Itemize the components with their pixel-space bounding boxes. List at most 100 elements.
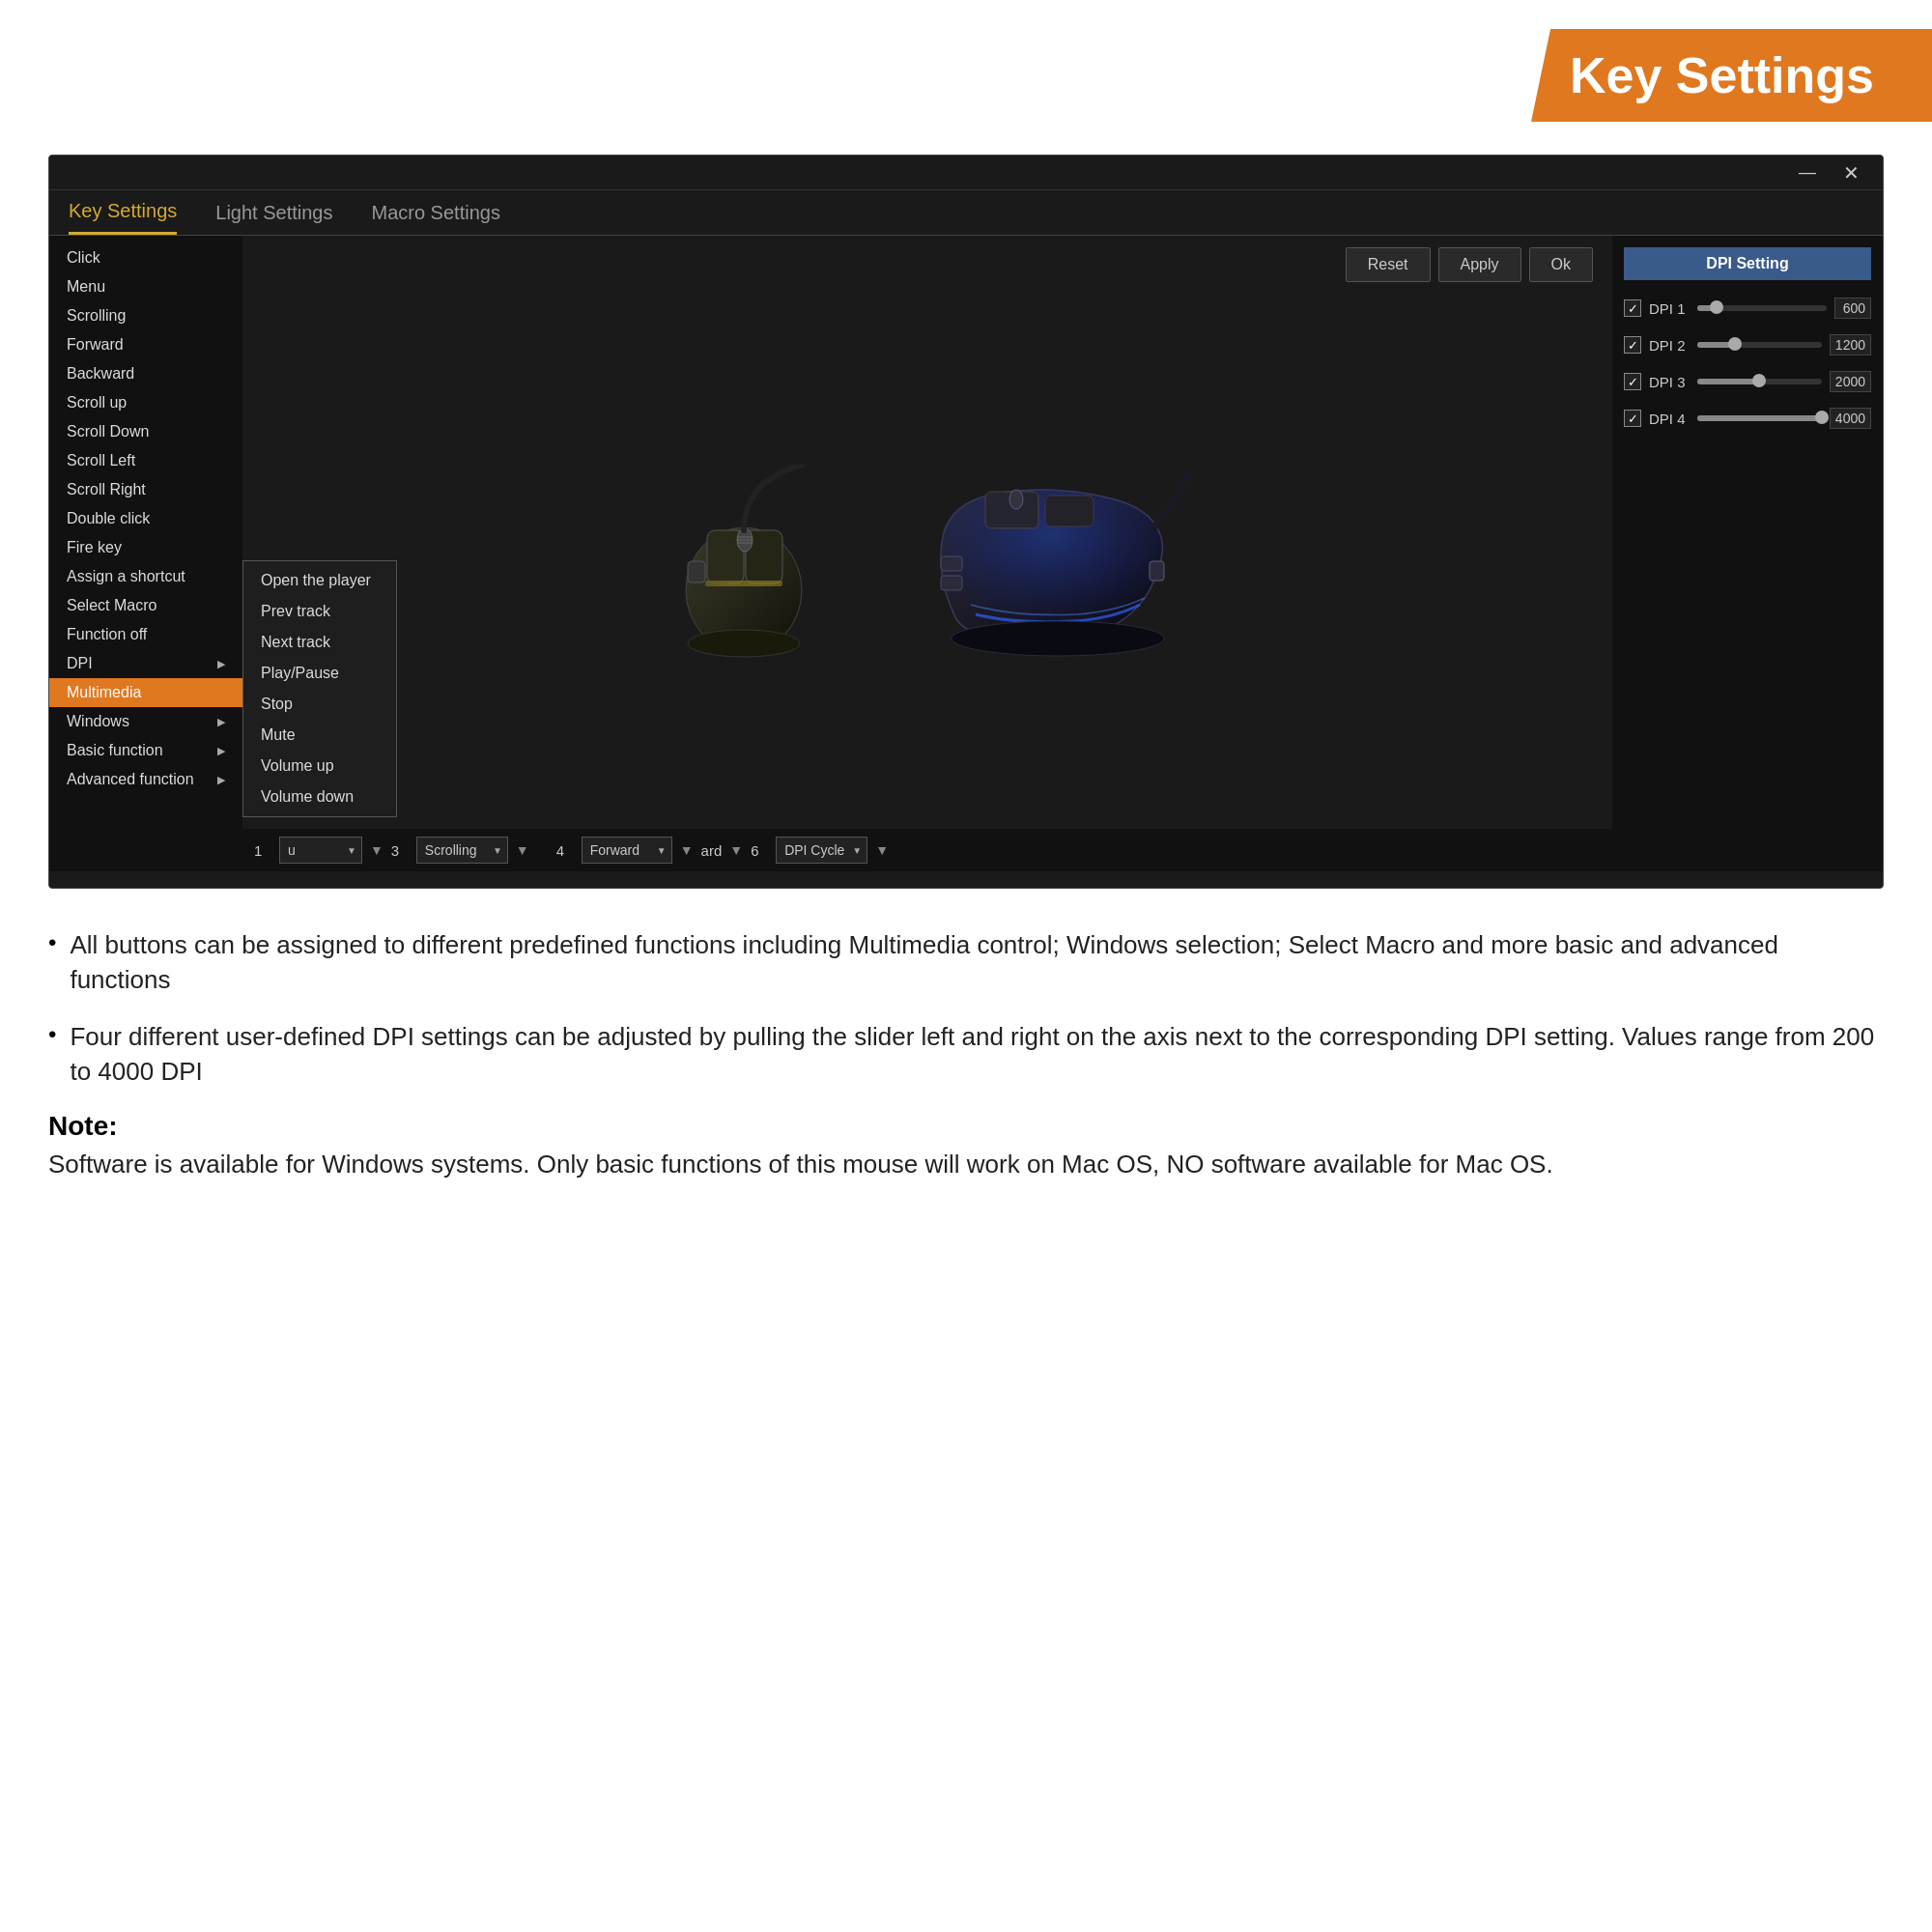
close-button[interactable]: ✕ (1835, 159, 1867, 186)
svg-rect-8 (705, 581, 782, 586)
dpi2-slider[interactable] (1697, 342, 1822, 348)
sidebar-item-scroll-down[interactable]: Scroll Down (49, 417, 242, 446)
reset-button[interactable]: Reset (1346, 247, 1431, 282)
bullet-text-2: Four different user-defined DPI settings… (70, 1019, 1884, 1090)
submenu-item-volume-up[interactable]: Volume up (243, 751, 396, 781)
center-area: Reset Apply Ok (242, 236, 1612, 871)
svg-rect-15 (1150, 561, 1164, 581)
dpi2-label: DPI 2 (1649, 337, 1690, 354)
dpi2-checkbox[interactable]: ✓ (1624, 336, 1641, 354)
row1-num3: 3 (391, 842, 409, 859)
svg-point-16 (952, 621, 1164, 656)
dpi1-checkbox[interactable]: ✓ (1624, 299, 1641, 317)
sidebar-item-scrolling[interactable]: Scrolling (49, 301, 242, 330)
minimize-button[interactable]: — (1791, 160, 1824, 185)
row2-arrow3: ▼ (875, 842, 889, 858)
row1-select1-wrapper: u Click Scrolling (279, 837, 362, 864)
title-bar: — ✕ (49, 156, 1883, 190)
svg-rect-11 (1045, 496, 1094, 526)
mouse-display (242, 294, 1612, 829)
dpi4-value: 4000 (1830, 408, 1871, 429)
submenu-item-open-player[interactable]: Open the player (243, 565, 396, 596)
row2-select1[interactable]: Forward Backward Click (582, 837, 672, 864)
row2-number: 4 (556, 842, 574, 859)
page-title: Key Settings (1570, 46, 1874, 104)
submenu-item-stop[interactable]: Stop (243, 689, 396, 720)
row2-select1-wrapper: Forward Backward Click (582, 837, 672, 864)
row2-num6: 6 (751, 842, 768, 859)
app-window: — ✕ Key Settings Light Settings Macro Se… (48, 155, 1884, 889)
sidebar-item-forward[interactable]: Forward (49, 330, 242, 359)
submenu-item-next-track[interactable]: Next track (243, 627, 396, 658)
svg-point-9 (688, 630, 800, 657)
row2-select2[interactable]: DPI Cycle Scrolling Click (776, 837, 867, 864)
row1-number: 1 (254, 842, 271, 859)
sidebar-item-select-macro[interactable]: Select Macro (49, 591, 242, 620)
sidebar-item-scroll-right[interactable]: Scroll Right (49, 475, 242, 504)
sidebar-item-multimedia[interactable]: Multimedia (49, 678, 242, 707)
sidebar: Click Menu Scrolling Forward Backward Sc… (49, 236, 242, 871)
row1-select1[interactable]: u Click Scrolling (279, 837, 362, 864)
dpi-row-3: ✓ DPI 3 2000 (1624, 371, 1871, 392)
tab-light-settings[interactable]: Light Settings (215, 202, 332, 234)
bullet-2: • Four different user-defined DPI settin… (48, 1019, 1884, 1090)
dpi-row-2: ✓ DPI 2 1200 (1624, 334, 1871, 355)
sidebar-item-menu[interactable]: Menu (49, 272, 242, 301)
svg-rect-13 (941, 556, 962, 571)
svg-rect-7 (688, 561, 705, 582)
dpi3-checkbox[interactable]: ✓ (1624, 373, 1641, 390)
apply-button[interactable]: Apply (1438, 247, 1521, 282)
sidebar-item-function-off[interactable]: Function off (49, 620, 242, 649)
sidebar-item-backward[interactable]: Backward (49, 359, 242, 388)
sidebar-item-click[interactable]: Click (49, 243, 242, 272)
top-buttons-row: Reset Apply Ok (242, 236, 1612, 294)
dpi3-slider[interactable] (1697, 379, 1822, 384)
sidebar-item-dpi[interactable]: DPI (49, 649, 242, 678)
dpi2-value: 1200 (1830, 334, 1871, 355)
dpi-row-1: ✓ DPI 1 600 (1624, 298, 1871, 319)
dpi4-slider[interactable] (1697, 415, 1822, 421)
row1-select2[interactable]: Scrolling Click DPI Cycle (416, 837, 508, 864)
dpi3-value: 2000 (1830, 371, 1871, 392)
dpi-row-4: ✓ DPI 4 4000 (1624, 408, 1871, 429)
submenu-item-play-pause[interactable]: Play/Pause (243, 658, 396, 689)
sidebar-item-basic-function[interactable]: Basic function (49, 736, 242, 765)
mouse-image-right (918, 465, 1208, 658)
sidebar-item-windows[interactable]: Windows (49, 707, 242, 736)
sidebar-item-scroll-up[interactable]: Scroll up (49, 388, 242, 417)
bullet-text-1: All buttons can be assigned to different… (70, 927, 1884, 998)
dpi1-slider[interactable] (1697, 305, 1827, 311)
submenu-item-volume-down[interactable]: Volume down (243, 781, 396, 812)
bullet-1: • All buttons can be assigned to differe… (48, 927, 1884, 998)
row2-arrow1: ▼ (680, 842, 694, 858)
ok-button[interactable]: Ok (1529, 247, 1593, 282)
tab-macro-settings[interactable]: Macro Settings (372, 202, 500, 234)
row1-arrow1: ▼ (370, 842, 384, 858)
note-section: Note: Software is available for Windows … (48, 1111, 1884, 1183)
row2-arrow2: ▼ (729, 842, 743, 858)
main-content: Click Menu Scrolling Forward Backward Sc… (49, 236, 1883, 871)
dpi-setting-title: DPI Setting (1624, 247, 1871, 280)
bullet-dot-1: • (48, 929, 56, 956)
right-panel: DPI Setting ✓ DPI 1 600 ✓ DPI 2 120 (1612, 236, 1883, 871)
sidebar-item-advanced-function[interactable]: Advanced function (49, 765, 242, 794)
submenu-item-mute[interactable]: Mute (243, 720, 396, 751)
note-text: Software is available for Windows system… (48, 1146, 1884, 1183)
row2-select2-wrapper: DPI Cycle Scrolling Click (776, 837, 867, 864)
row1-arrow2: ▼ (516, 842, 529, 858)
svg-rect-14 (941, 576, 962, 590)
sidebar-item-double-click[interactable]: Double click (49, 504, 242, 533)
bullet-dot-2: • (48, 1021, 56, 1048)
description-section: • All buttons can be assigned to differe… (48, 927, 1884, 1183)
dpi4-label: DPI 4 (1649, 411, 1690, 427)
tab-key-settings[interactable]: Key Settings (69, 200, 177, 235)
dpi1-value: 600 (1834, 298, 1871, 319)
dpi4-checkbox[interactable]: ✓ (1624, 410, 1641, 427)
sidebar-item-scroll-left[interactable]: Scroll Left (49, 446, 242, 475)
svg-point-12 (1009, 490, 1023, 509)
submenu-item-prev-track[interactable]: Prev track (243, 596, 396, 627)
sidebar-item-assign-shortcut[interactable]: Assign a shortcut (49, 562, 242, 591)
row2-ard: ard (701, 842, 723, 859)
sidebar-item-fire-key[interactable]: Fire key (49, 533, 242, 562)
nav-tabs: Key Settings Light Settings Macro Settin… (49, 190, 1883, 236)
